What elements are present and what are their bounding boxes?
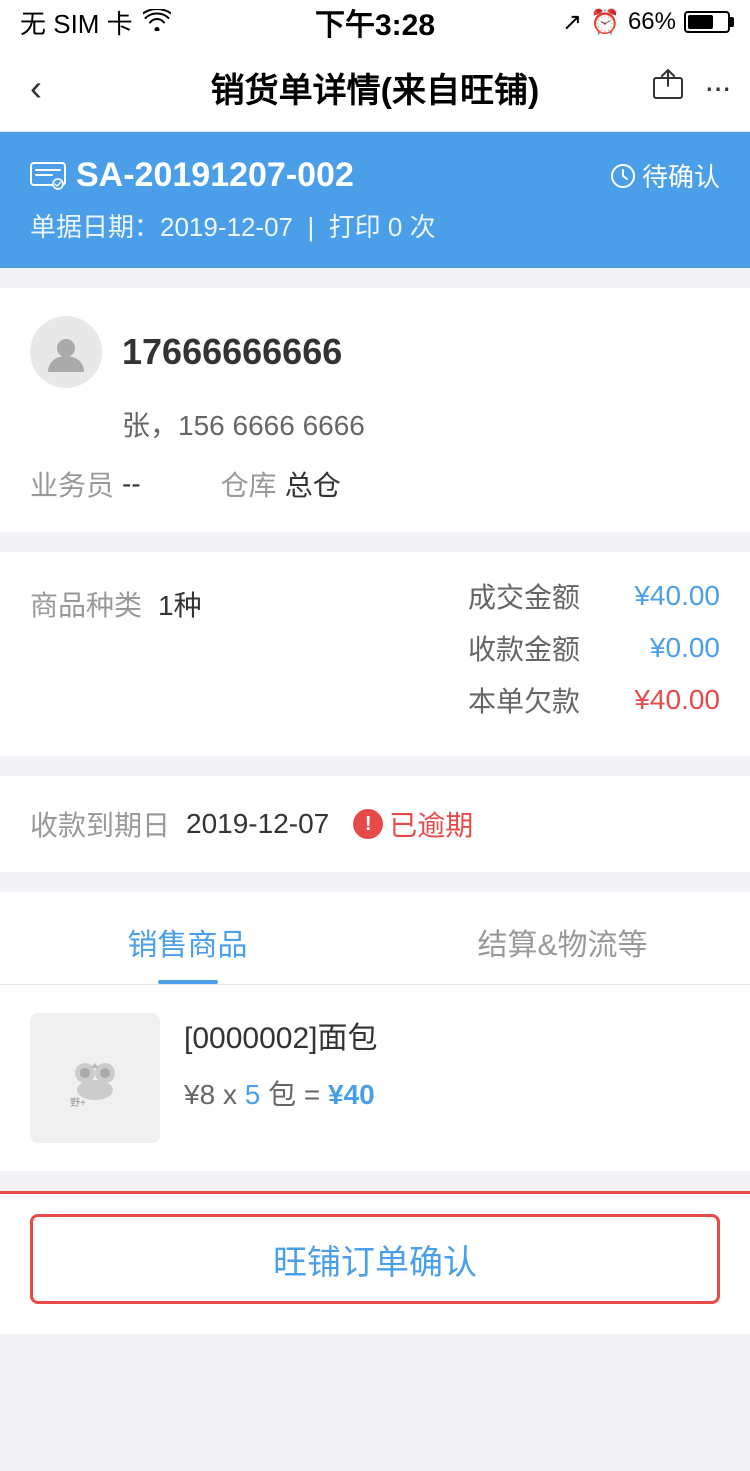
receipt-amount-label: 收款金额 [468,628,580,668]
more-button[interactable]: ··· [704,69,730,106]
product-unit: 包 [268,1079,296,1110]
battery-icon [684,11,730,33]
svg-text:野+: 野+ [70,1097,86,1108]
customer-phone: 17666666666 [122,331,342,373]
customer-info-row: 业务员 -- 仓库 总仓 [30,464,720,504]
balance-value: ¥40.00 [600,684,720,716]
page-title: 销货单详情(来自旺铺) [211,63,540,112]
warehouse-label: 仓库 [221,464,277,504]
transaction-amount-label: 成交金额 [468,576,580,616]
overdue-badge: ! 已逾期 [353,804,473,844]
order-status: 待确认 [610,157,720,194]
balance-row: 本单欠款 ¥40.00 [468,680,720,720]
order-banner: SA-20191207-002 待确认 单据日期：2019-12-07 | 打印… [0,132,750,268]
avatar [30,316,102,388]
product-total: ¥40 [328,1079,375,1110]
customer-row: 17666666666 [30,316,720,388]
financial-section: 商品种类 1种 成交金额 ¥40.00 收款金额 ¥0.00 本单欠款 ¥40.… [0,552,750,756]
product-price: ¥8 [184,1079,215,1110]
due-date-label: 收款到期日 [30,804,170,844]
wifi-icon [143,7,171,38]
status-bar: 无 SIM 卡 下午3:28 ↗ ⏰ 66% [0,0,750,44]
tabs-section: 销售商品 结算&物流等 野+ [0000002]面包 ¥8 x [0,892,750,1171]
share-button[interactable] [652,68,684,108]
product-types-value: 1种 [158,584,202,624]
product-quantity: 5 [245,1079,261,1110]
warehouse-info: 仓库 总仓 [221,464,341,504]
location-icon: ↗ [562,8,582,37]
due-section: 收款到期日 2019-12-07 ! 已逾期 [0,776,750,872]
order-meta: 单据日期：2019-12-07 | 打印 0 次 [30,207,720,244]
overdue-icon: ! [353,809,383,839]
nav-bar: ‹ 销货单详情(来自旺铺) ··· [0,44,750,132]
due-date-value: 2019-12-07 [186,808,329,840]
balance-label: 本单欠款 [468,680,580,720]
salesperson-value: -- [122,468,141,500]
salesperson-info: 业务员 -- [30,464,141,504]
customer-name-detail: 张，156 6666 6666 [30,404,720,444]
back-button[interactable]: ‹ [20,57,52,119]
product-name: [0000002]面包 [184,1013,720,1057]
transaction-amount-value: ¥40.00 [600,580,720,612]
carrier-text: 无 SIM 卡 [20,4,133,41]
salesperson-label: 业务员 [30,464,114,504]
customer-section: 17666666666 张，156 6666 6666 业务员 -- 仓库 总仓 [0,288,750,532]
warehouse-value: 总仓 [285,464,341,504]
status-time: 下午3:28 [315,0,435,44]
product-thumbnail: 野+ [30,1013,160,1143]
order-id: SA-20191207-002 [30,156,354,195]
alarm-icon: ⏰ [590,8,620,37]
price-equals: = [304,1079,328,1110]
tab-settlement-logistics[interactable]: 结算&物流等 [375,892,750,984]
financial-amounts: 成交金额 ¥40.00 收款金额 ¥0.00 本单欠款 ¥40.00 [468,576,720,732]
status-right: ↗ ⏰ 66% [562,8,730,37]
transaction-amount-row: 成交金额 ¥40.00 [468,576,720,616]
bottom-button-area: 旺铺订单确认 [0,1191,750,1334]
product-item: 野+ [0000002]面包 ¥8 x 5 包 = ¥40 [0,985,750,1171]
overdue-text: 已逾期 [389,804,473,844]
product-types-label: 商品种类 [30,584,142,624]
status-left: 无 SIM 卡 [20,4,171,41]
receipt-amount-value: ¥0.00 [600,632,720,664]
receipt-amount-row: 收款金额 ¥0.00 [468,628,720,668]
tab-sales-products[interactable]: 销售商品 [0,892,375,984]
nav-right: ··· [652,68,730,108]
product-price-row: ¥8 x 5 包 = ¥40 [184,1073,720,1113]
confirm-order-button[interactable]: 旺铺订单确认 [30,1214,720,1304]
product-info: [0000002]面包 ¥8 x 5 包 = ¥40 [184,1013,720,1113]
battery-text: 66% [628,8,676,36]
price-separator: x [223,1079,245,1110]
order-banner-top: SA-20191207-002 待确认 [30,156,720,195]
product-types: 商品种类 1种 [30,576,468,624]
tabs-header: 销售商品 结算&物流等 [0,892,750,985]
